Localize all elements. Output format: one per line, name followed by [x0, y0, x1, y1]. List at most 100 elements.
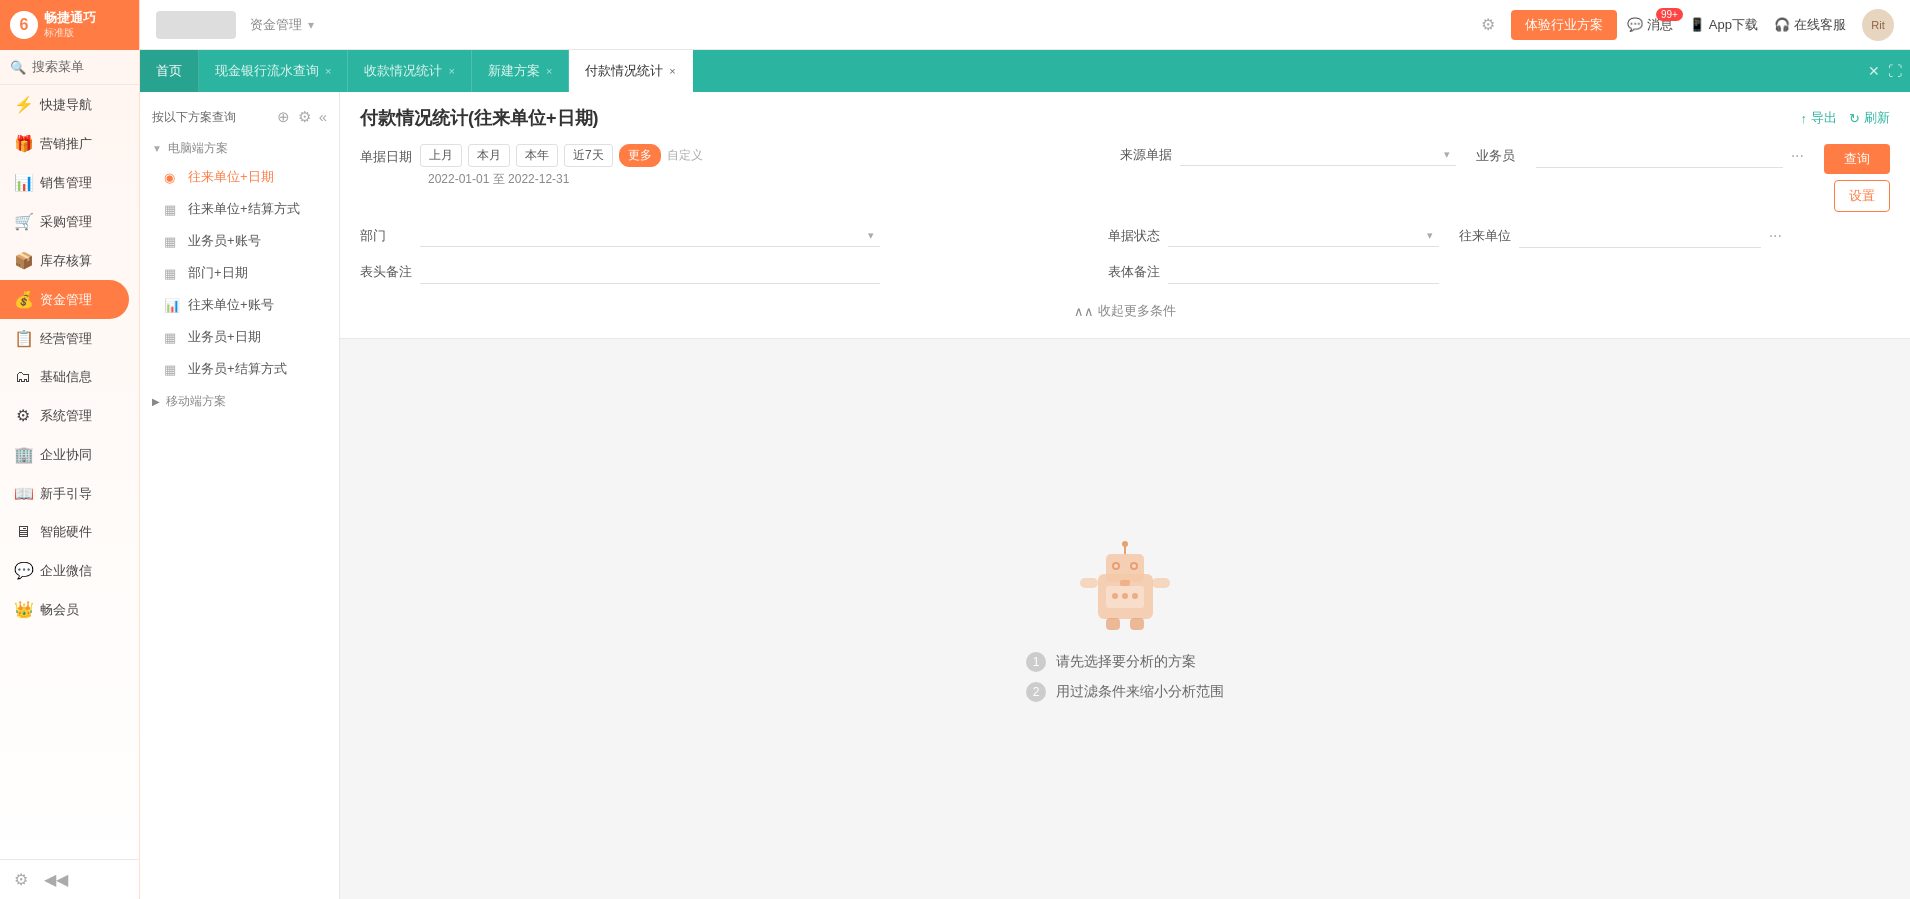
tip-text-1: 请先选择要分析的方案: [1056, 653, 1196, 671]
body-note-input[interactable]: [1168, 260, 1439, 284]
sidebar-item-guide[interactable]: 📖 新手引导: [0, 474, 139, 513]
tab-bank[interactable]: 现金银行流水查询 ×: [199, 50, 348, 92]
sidebar-item-member[interactable]: 👑 畅会员: [0, 590, 139, 629]
dept-dropdown-icon: ▾: [868, 229, 874, 242]
topbar-breadcrumb-text: 资金管理: [250, 16, 302, 34]
scheme-settings-icon[interactable]: ⚙: [298, 108, 311, 126]
svg-rect-8: [1120, 580, 1130, 586]
quick-nav-icon: ⚡: [14, 95, 32, 114]
staff-settle-icon: ▦: [164, 362, 180, 377]
app-download-btn[interactable]: 📱 App下载: [1689, 16, 1758, 34]
sidebar-item-hardware[interactable]: 🖥 智能硬件: [0, 513, 139, 551]
sidebar-item-basic[interactable]: 🗂 基础信息: [0, 358, 139, 396]
dept-select[interactable]: ▾: [420, 225, 880, 247]
collapse-up-icon: ∧∧: [1074, 304, 1094, 319]
source-select[interactable]: ▾: [1180, 144, 1456, 166]
tab-home[interactable]: 首页: [140, 50, 199, 92]
collapse-bar[interactable]: ∧∧ 收起更多条件: [360, 294, 1890, 328]
maximize-window-icon[interactable]: ⛶: [1888, 63, 1902, 79]
sidebar-item-marketing[interactable]: 🎁 营销推广: [0, 124, 139, 163]
close-window-icon[interactable]: ✕: [1868, 63, 1880, 79]
query-btn[interactable]: 查询: [1824, 144, 1890, 174]
empty-robot-svg: [1070, 536, 1180, 636]
sidebar-item-system[interactable]: ⚙ 系统管理: [0, 396, 139, 435]
topbar-right: 💬 消息 99+ 📱 App下载 🎧 在线客服 Rit: [1627, 9, 1894, 41]
topbar-settings-icon[interactable]: ⚙: [1481, 15, 1495, 34]
svg-point-16: [1132, 593, 1138, 599]
inventory-icon: 📦: [14, 251, 32, 270]
sidebar-item-wechat[interactable]: 💬 企业微信: [0, 551, 139, 590]
tab-new-plan-close[interactable]: ×: [546, 65, 552, 77]
custom-btn[interactable]: 自定义: [667, 147, 703, 164]
this-year-btn[interactable]: 本年: [516, 144, 558, 167]
svg-point-15: [1122, 593, 1128, 599]
scheme-unit-account[interactable]: 📊 往来单位+账号: [140, 289, 339, 321]
status-select[interactable]: ▾: [1168, 225, 1439, 247]
svg-rect-13: [1130, 618, 1144, 630]
sidebar-item-inventory[interactable]: 📦 库存核算: [0, 241, 139, 280]
last-month-btn[interactable]: 上月: [420, 144, 462, 167]
staff-dots[interactable]: ···: [1783, 147, 1812, 165]
empty-tips: 1 请先选择要分析的方案 2 用过滤条件来缩小分析范围: [1026, 652, 1224, 702]
breadcrumb-dropdown-icon[interactable]: ▾: [308, 18, 314, 32]
tip-num-2: 2: [1026, 682, 1046, 702]
scheme-dept-date[interactable]: ▦ 部门+日期: [140, 257, 339, 289]
message-icon: 💬: [1627, 17, 1643, 32]
left-panel: 按以下方案查询 ⊕ ⚙ « ▼ 电脑端方案 ◉ 往来单位+日期 ▦ 往来单位+结…: [140, 92, 340, 899]
staff-input[interactable]: [1536, 144, 1783, 168]
svg-point-14: [1112, 593, 1118, 599]
scheme-staff-settle[interactable]: ▦ 业务员+结算方式: [140, 353, 339, 385]
filter-title-row: 付款情况统计(往来单位+日期) ↑ 导出 ↻ 刷新: [360, 106, 1890, 130]
tab-payment[interactable]: 付款情况统计 ×: [569, 50, 692, 92]
settings-btn[interactable]: 设置: [1834, 180, 1890, 212]
content-area: 按以下方案查询 ⊕ ⚙ « ▼ 电脑端方案 ◉ 往来单位+日期 ▦ 往来单位+结…: [140, 92, 1910, 899]
online-service-btn[interactable]: 🎧 在线客服: [1774, 16, 1846, 34]
tab-bank-close[interactable]: ×: [325, 65, 331, 77]
this-month-btn[interactable]: 本月: [468, 144, 510, 167]
tab-new-plan[interactable]: 新建方案 ×: [472, 50, 569, 92]
unit-input[interactable]: [1519, 224, 1761, 248]
mobile-section[interactable]: ▶ 移动端方案: [140, 385, 339, 418]
more-btn[interactable]: 更多: [619, 144, 661, 167]
sidebar-item-capital[interactable]: 💰 资金管理: [0, 280, 129, 319]
left-panel-header: 按以下方案查询 ⊕ ⚙ «: [140, 102, 339, 136]
user-avatar[interactable]: Rit: [1862, 9, 1894, 41]
collapse-sidebar-icon[interactable]: ◀◀: [44, 870, 68, 889]
tab-bar: 首页 现金银行流水查询 × 收款情况统计 × 新建方案 × 付款情况统计 × ✕…: [140, 50, 1910, 92]
tab-receipt[interactable]: 收款情况统计 ×: [348, 50, 471, 92]
tab-payment-close[interactable]: ×: [669, 65, 675, 77]
add-scheme-icon[interactable]: ⊕: [277, 108, 290, 126]
scheme-staff-date[interactable]: ▦ 业务员+日期: [140, 321, 339, 353]
tab-spacer: [693, 50, 1860, 92]
scheme-unit-settle[interactable]: ▦ 往来单位+结算方式: [140, 193, 339, 225]
tab-receipt-close[interactable]: ×: [448, 65, 454, 77]
date-buttons: 上月 本月 本年 近7天 更多 自定义: [420, 144, 1100, 167]
operation-icon: 📋: [14, 329, 32, 348]
header-note-input[interactable]: [420, 260, 880, 284]
export-btn[interactable]: ↑ 导出: [1801, 109, 1838, 127]
sidebar-item-purchase[interactable]: 🛒 采购管理: [0, 202, 139, 241]
page-title: 付款情况统计(往来单位+日期): [360, 106, 599, 130]
enterprise-icon: 🏢: [14, 445, 32, 464]
collapse-panel-icon[interactable]: «: [319, 108, 327, 126]
desktop-arrow-icon[interactable]: ▼: [152, 143, 162, 154]
message-btn[interactable]: 💬 消息 99+: [1627, 16, 1673, 34]
sidebar-search[interactable]: 🔍 搜索菜单: [0, 50, 139, 85]
unit-dots[interactable]: ···: [1761, 227, 1790, 245]
settings-bottom-icon[interactable]: ⚙: [14, 870, 28, 889]
last-7days-btn[interactable]: 近7天: [564, 144, 613, 167]
empty-tip-2: 2 用过滤条件来缩小分析范围: [1026, 682, 1224, 702]
sidebar-item-quick-nav[interactable]: ⚡ 快捷导航: [0, 85, 139, 124]
status-label: 单据状态: [1108, 227, 1168, 245]
sidebar-item-sales[interactable]: 📊 销售管理: [0, 163, 139, 202]
trial-btn[interactable]: 体验行业方案: [1511, 10, 1617, 40]
system-icon: ⚙: [14, 406, 32, 425]
tip-num-1: 1: [1026, 652, 1046, 672]
sidebar-item-operation[interactable]: 📋 经营管理: [0, 319, 139, 358]
scheme-staff-account[interactable]: ▦ 业务员+账号: [140, 225, 339, 257]
refresh-btn[interactable]: ↻ 刷新: [1849, 109, 1890, 127]
basic-icon: 🗂: [14, 368, 32, 386]
sidebar-item-enterprise[interactable]: 🏢 企业协同: [0, 435, 139, 474]
scheme-unit-date[interactable]: ◉ 往来单位+日期: [140, 161, 339, 193]
tip-text-2: 用过滤条件来缩小分析范围: [1056, 683, 1224, 701]
